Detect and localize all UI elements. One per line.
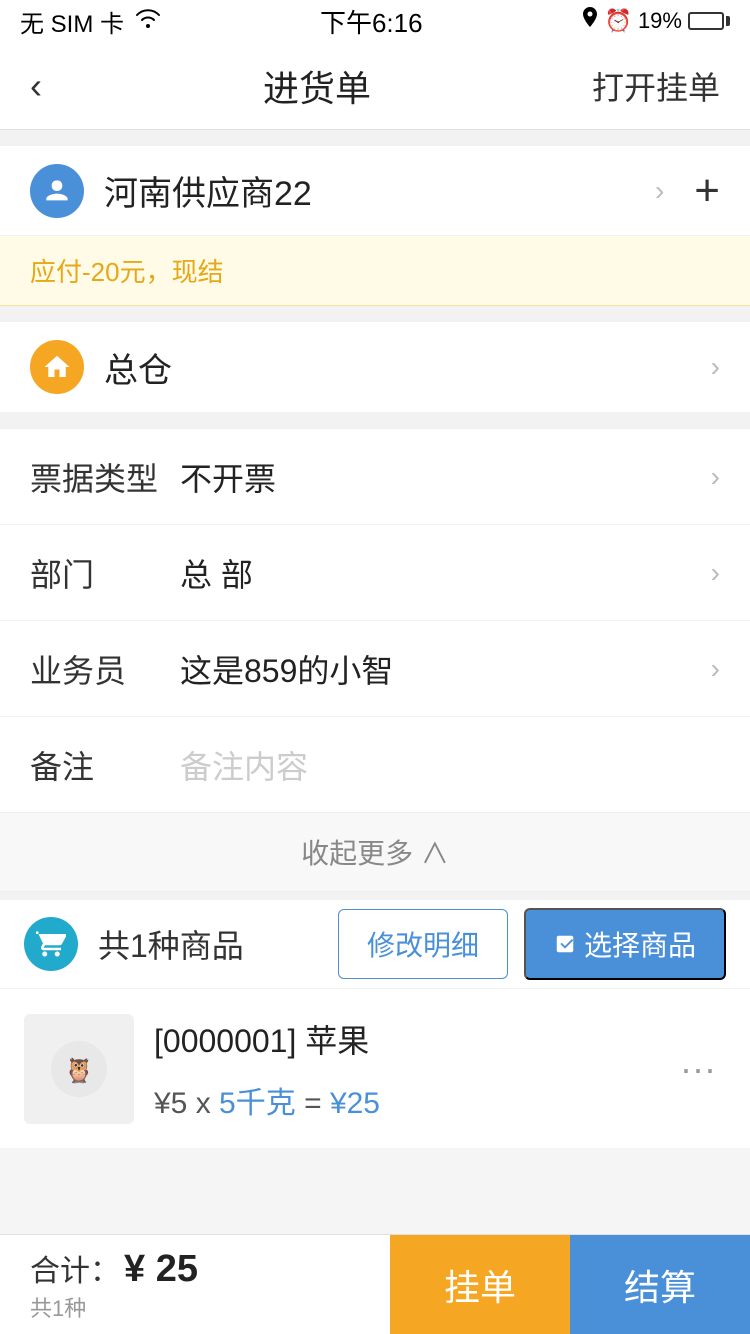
invoice-type-row[interactable]: 票据类型 不开票 › [0,428,750,524]
nav-bar: ‹ 进货单 打开挂单 [0,42,750,130]
remark-label: 备注 [30,742,160,788]
salesman-label: 业务员 [30,646,160,692]
section-divider-2 [0,306,750,322]
product-section-icon [24,917,78,971]
invoice-value: 不开票 [160,454,711,500]
section-divider-3 [0,412,750,428]
status-time: 下午6:16 [320,3,423,40]
more-button[interactable]: ··· [670,1038,726,1100]
total-price-text: ¥25 [330,1087,380,1120]
department-label: 部门 [30,550,160,596]
supplier-avatar [30,164,84,218]
product-header: 共1种商品 修改明细 选择商品 [0,892,750,988]
select-icon [554,933,576,955]
open-hang-button[interactable]: 打开挂单 [592,63,720,109]
cart-icon [36,929,66,959]
product-name: [0000001] 苹果 [154,1016,670,1062]
product-code: [0000001] [154,1023,296,1059]
bottom-placeholder [0,1148,750,1248]
wifi-icon [134,7,162,35]
select-product-button[interactable]: 选择商品 [524,908,726,980]
department-value: 总 部 [160,550,711,596]
status-bar: 无 SIM 卡 下午6:16 ⏰ 19% [0,0,750,42]
supplier-name[interactable]: 河南供应商22 [104,166,655,215]
status-left: 无 SIM 卡 [20,4,162,39]
invoice-label: 票据类型 [30,454,160,500]
location-icon [581,7,599,35]
price-text: ¥5 x [154,1087,219,1120]
person-icon [41,175,73,207]
equals-text: = [296,1087,330,1120]
form-section: 票据类型 不开票 › 部门 总 部 › 业务员 这是859的小智 › 备注 备注… [0,428,750,812]
salesman-chevron-icon: › [711,653,720,685]
product-thumb-logo: 🦉 [49,1039,109,1099]
quantity-text: 5千克 [219,1087,296,1120]
product-item: 🦉 [0000001] 苹果 ¥5 x 5千克 = ¥25 ··· [0,988,750,1148]
total-section: 合计： ¥ 25 共1种 [0,1235,390,1334]
hang-button[interactable]: 挂单 [390,1235,570,1334]
battery-icon [688,12,730,30]
product-count-label: 共1种商品 [98,921,338,967]
supplier-chevron-icon: › [655,175,664,207]
department-chevron-icon: › [711,557,720,589]
section-divider-1 [0,130,750,146]
product-info: [0000001] 苹果 ¥5 x 5千克 = ¥25 [154,1016,670,1122]
salesman-row[interactable]: 业务员 这是859的小智 › [0,620,750,716]
warehouse-name: 总仓 [104,343,711,392]
checkout-button[interactable]: 结算 [570,1235,750,1334]
total-label: 合计： [30,1246,120,1290]
page-title: 进货单 [263,60,371,112]
product-title: 苹果 [305,1023,369,1059]
status-right: ⏰ 19% [581,7,730,35]
total-amount: ¥ 25 [124,1248,198,1291]
product-price: ¥5 x 5千克 = ¥25 [154,1078,670,1122]
total-count: 共1种 [30,1291,360,1323]
salesman-value: 这是859的小智 [160,646,711,692]
warehouse-section[interactable]: 总仓 › [0,322,750,412]
svg-text:🦉: 🦉 [64,1057,94,1084]
add-button[interactable]: + [694,169,720,213]
alarm-icon: ⏰ [605,8,632,34]
remark-input[interactable]: 备注内容 [160,742,720,788]
department-row[interactable]: 部门 总 部 › [0,524,750,620]
bottom-bar: 合计： ¥ 25 共1种 挂单 结算 [0,1234,750,1334]
warehouse-icon [30,340,84,394]
home-icon [42,352,72,382]
battery-percentage: 19% [638,8,682,34]
supplier-section: 河南供应商22 › + [0,146,750,236]
modify-detail-button[interactable]: 修改明细 [338,909,508,979]
carrier-label: 无 SIM 卡 [20,4,124,39]
warehouse-chevron-icon: › [711,351,720,383]
back-button[interactable]: ‹ [30,65,42,107]
notice-bar: 应付-20元，现结 [0,236,750,306]
product-thumbnail: 🦉 [24,1014,134,1124]
remark-row[interactable]: 备注 备注内容 [0,716,750,812]
select-product-label: 选择商品 [584,924,696,964]
invoice-chevron-icon: › [711,461,720,493]
collapse-bar[interactable]: 收起更多 ∧ [0,812,750,892]
